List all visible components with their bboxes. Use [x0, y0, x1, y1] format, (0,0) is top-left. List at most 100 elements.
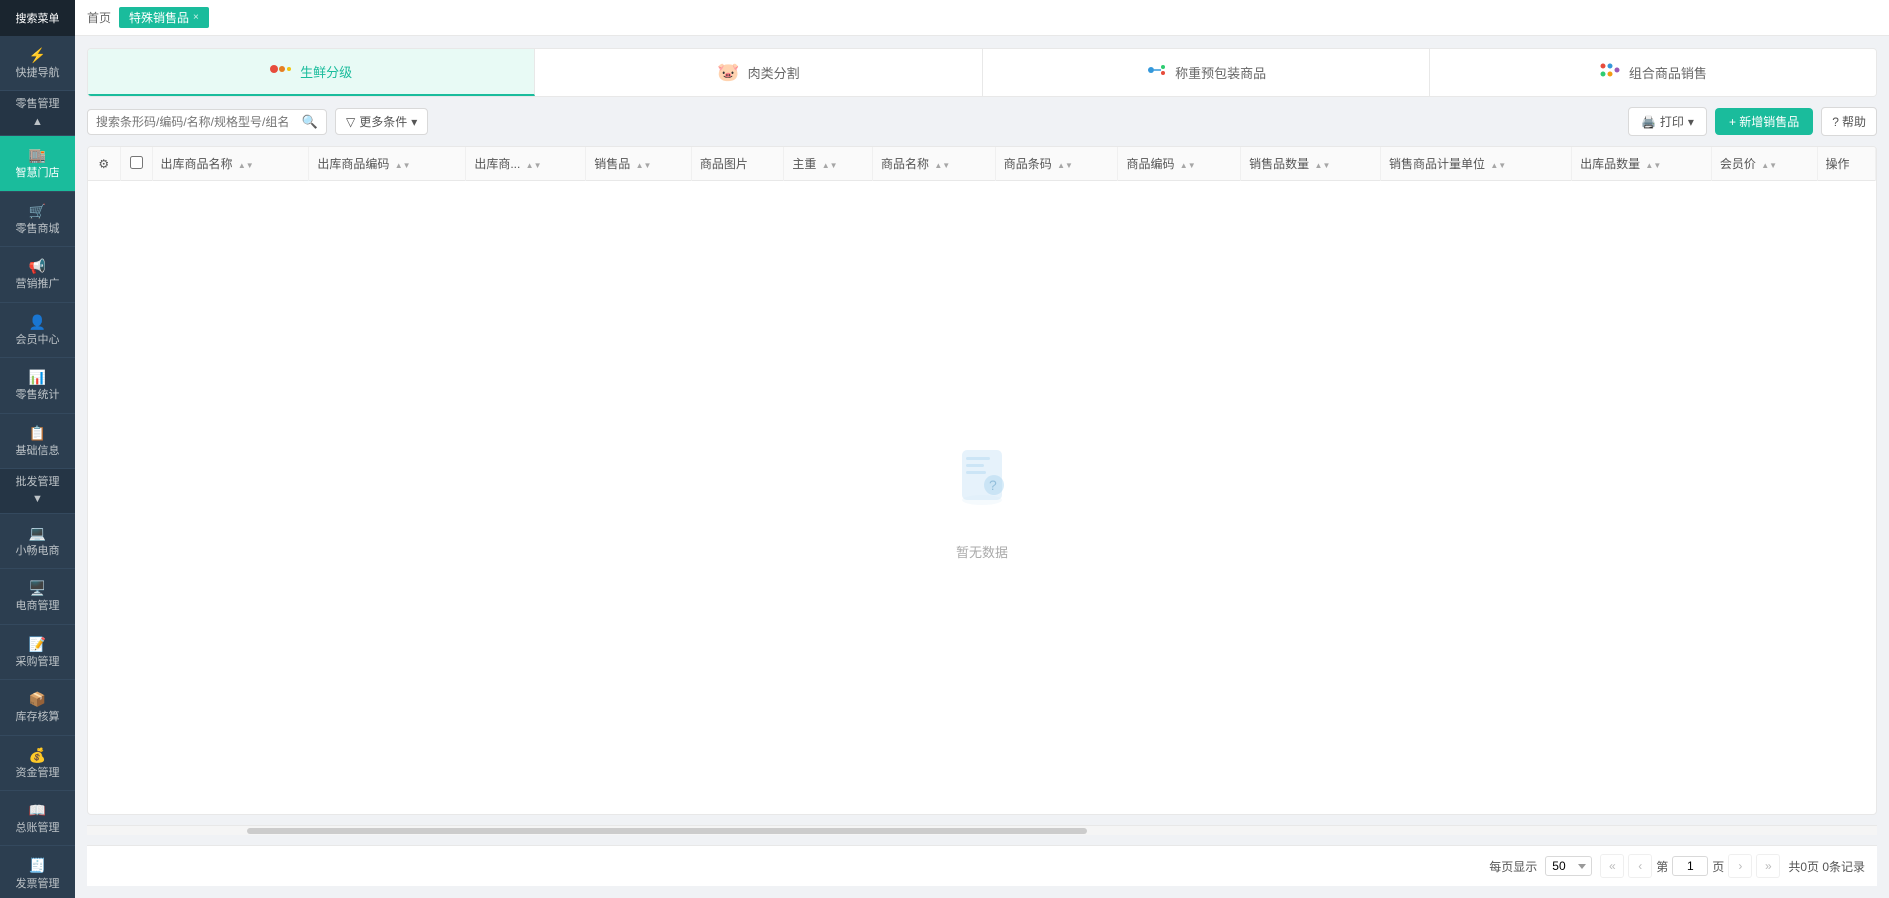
- sidebar-item-retail-stats[interactable]: 📊 零售统计: [0, 358, 75, 413]
- toolbar: 🔍 ▽ 更多条件 ▾ 🖨️ 打印 ▾ + 新增销售品 ? 帮助: [87, 107, 1877, 136]
- page-size-select[interactable]: 10 20 50 100: [1545, 856, 1592, 876]
- sort-icon: ▲▼: [1180, 162, 1196, 170]
- print-button[interactable]: 🖨️ 打印 ▾: [1628, 107, 1707, 136]
- sidebar-item-wholesale-mgmt[interactable]: 批发管理 ▼: [0, 469, 75, 514]
- th-out-code-label: 出库商品编码: [317, 157, 389, 171]
- combo-icon: [1599, 62, 1621, 83]
- th-barcode[interactable]: 商品条码 ▲▼: [995, 147, 1118, 181]
- th-sale-unit[interactable]: 销售商品计量单位 ▲▼: [1380, 147, 1571, 181]
- help-label: 帮助: [1842, 113, 1866, 130]
- sidebar-item-inventory[interactable]: 📦 库存核算: [0, 680, 75, 735]
- sidebar-item-label: 小畅电商: [16, 544, 60, 558]
- filter-button[interactable]: ▽ 更多条件 ▾: [335, 108, 428, 135]
- th-product-name[interactable]: 商品名称 ▲▼: [872, 147, 995, 181]
- tab-combo[interactable]: 组合商品销售: [1430, 49, 1876, 96]
- topbar: 首页 特殊销售品 ×: [75, 0, 1889, 36]
- sidebar-item-marketing[interactable]: 📢 营销推广: [0, 247, 75, 302]
- column-settings-icon[interactable]: ⚙: [98, 157, 109, 171]
- tab-weight-pack[interactable]: 称重预包装商品: [983, 49, 1430, 96]
- fresh-grade-icon: [270, 61, 292, 82]
- sidebar-item-quick-nav[interactable]: ⚡ 快捷导航: [0, 36, 75, 91]
- tab-close-icon[interactable]: ×: [193, 12, 199, 23]
- sidebar-item-ledger[interactable]: 📖 总账管理: [0, 791, 75, 846]
- first-page-button[interactable]: «: [1600, 854, 1624, 878]
- filter-icon: ▽: [346, 115, 355, 129]
- sidebar-item-retail-mall[interactable]: 🛒 零售商城: [0, 192, 75, 247]
- basic-info-icon: 📋: [29, 424, 46, 442]
- th-member-price[interactable]: 会员价 ▲▼: [1711, 147, 1817, 181]
- th-out-code[interactable]: 出库商品编码 ▲▼: [309, 147, 466, 181]
- prev-page-button[interactable]: ‹: [1628, 854, 1652, 878]
- th-sale-qty[interactable]: 销售品数量 ▲▼: [1241, 147, 1381, 181]
- tab-fresh-grade[interactable]: 生鲜分级: [88, 49, 535, 96]
- add-sale-button[interactable]: + 新增销售品: [1715, 108, 1813, 135]
- retail-mall-icon: 🛒: [29, 202, 46, 220]
- quick-nav-icon: ⚡: [29, 46, 46, 64]
- tab-meat-cut[interactable]: 🐷 肉类分割: [535, 49, 982, 96]
- page-content: 生鲜分级 🐷 肉类分割 称重预包装商品: [75, 36, 1889, 898]
- sidebar-item-ecom-mgmt[interactable]: 🖥️ 电商管理: [0, 569, 75, 624]
- mini-ecom-icon: 💻: [29, 524, 46, 542]
- th-main-weight[interactable]: 主重 ▲▼: [784, 147, 873, 181]
- sort-icon: ▲▼: [1315, 162, 1331, 170]
- th-checkbox[interactable]: [120, 147, 152, 181]
- sidebar-item-members[interactable]: 👤 会员中心: [0, 303, 75, 358]
- th-out-name[interactable]: 出库商品名称 ▲▼: [152, 147, 309, 181]
- sort-icon: ▲▼: [636, 162, 652, 170]
- sidebar-item-label: 电商管理: [16, 599, 60, 613]
- sidebar-item-label: 零售管理: [16, 97, 60, 111]
- search-icon[interactable]: 🔍: [302, 114, 318, 130]
- horizontal-scrollbar[interactable]: [87, 825, 1877, 835]
- svg-text:?: ?: [989, 477, 997, 493]
- sidebar-item-label: 快捷导航: [16, 66, 60, 80]
- sidebar-item-invoice[interactable]: 🧾 发票管理: [0, 846, 75, 898]
- page-navigation: « ‹ 第 页 › »: [1600, 854, 1780, 878]
- sort-icon: ▲▼: [934, 162, 950, 170]
- last-page-button[interactable]: »: [1756, 854, 1780, 878]
- sidebar-item-label: 批发管理: [16, 475, 60, 489]
- search-box[interactable]: 🔍: [87, 109, 327, 135]
- retail-stats-icon: 📊: [29, 368, 46, 386]
- select-all-checkbox[interactable]: [130, 156, 143, 169]
- current-tab-tag[interactable]: 特殊销售品 ×: [119, 7, 209, 28]
- scrollbar-thumb[interactable]: [247, 828, 1087, 834]
- next-page-button[interactable]: ›: [1728, 854, 1752, 878]
- breadcrumb-home[interactable]: 首页: [87, 9, 111, 26]
- sidebar-item-mini-ecom[interactable]: 💻 小畅电商: [0, 514, 75, 569]
- sort-icon: ▲▼: [526, 162, 542, 170]
- th-sale-item[interactable]: 销售品 ▲▼: [586, 147, 692, 181]
- toolbar-right: 🖨️ 打印 ▾ + 新增销售品 ? 帮助: [1628, 107, 1877, 136]
- th-sale-item-label: 销售品: [594, 157, 630, 171]
- sidebar-item-smart-store[interactable]: 🏬 智慧门店: [0, 136, 75, 191]
- sidebar-item-label: 智慧门店: [16, 166, 60, 180]
- sidebar-item-label: 零售商城: [16, 222, 60, 236]
- sidebar-item-retail-mgmt[interactable]: 零售管理 ▲: [0, 91, 75, 136]
- main-content: 首页 特殊销售品 × 生鲜分级 🐷 肉类分: [75, 0, 1889, 898]
- page-number-input[interactable]: [1672, 856, 1708, 876]
- expand-icon: ▲: [32, 115, 43, 129]
- expand-icon: ▼: [32, 492, 43, 506]
- th-sale-qty-label: 销售品数量: [1249, 157, 1309, 171]
- sidebar-item-basic-info[interactable]: 📋 基础信息: [0, 414, 75, 469]
- total-count-label: 共0页 0条记录: [1788, 858, 1865, 875]
- inventory-icon: 📦: [29, 690, 46, 708]
- sidebar-item-purchase-mgmt[interactable]: 📝 采购管理: [0, 625, 75, 680]
- th-out-qty[interactable]: 出库品数量 ▲▼: [1572, 147, 1712, 181]
- th-product-code[interactable]: 商品编码 ▲▼: [1118, 147, 1241, 181]
- help-button[interactable]: ? 帮助: [1821, 107, 1877, 136]
- sidebar-item-finance[interactable]: 💰 资金管理: [0, 736, 75, 791]
- table-header-row: ⚙ 出库商品名称 ▲▼ 出库商品编码 ▲▼: [88, 147, 1876, 181]
- help-icon: ?: [1832, 115, 1839, 129]
- th-product-name-label: 商品名称: [881, 157, 929, 171]
- th-settings[interactable]: ⚙: [88, 147, 120, 181]
- sort-icon: ▲▼: [238, 162, 254, 170]
- th-out-spec[interactable]: 出库商... ▲▼: [466, 147, 586, 181]
- th-main-weight-label: 主重: [792, 157, 816, 171]
- th-out-spec-label: 出库商...: [474, 157, 520, 171]
- sidebar-logo[interactable]: 搜索菜单: [0, 0, 75, 36]
- th-product-image[interactable]: 商品图片: [691, 147, 784, 181]
- th-product-code-label: 商品编码: [1126, 157, 1174, 171]
- sidebar-item-label: 发票管理: [16, 877, 60, 891]
- search-input[interactable]: [96, 115, 298, 129]
- sort-icon: ▲▼: [1645, 162, 1661, 170]
